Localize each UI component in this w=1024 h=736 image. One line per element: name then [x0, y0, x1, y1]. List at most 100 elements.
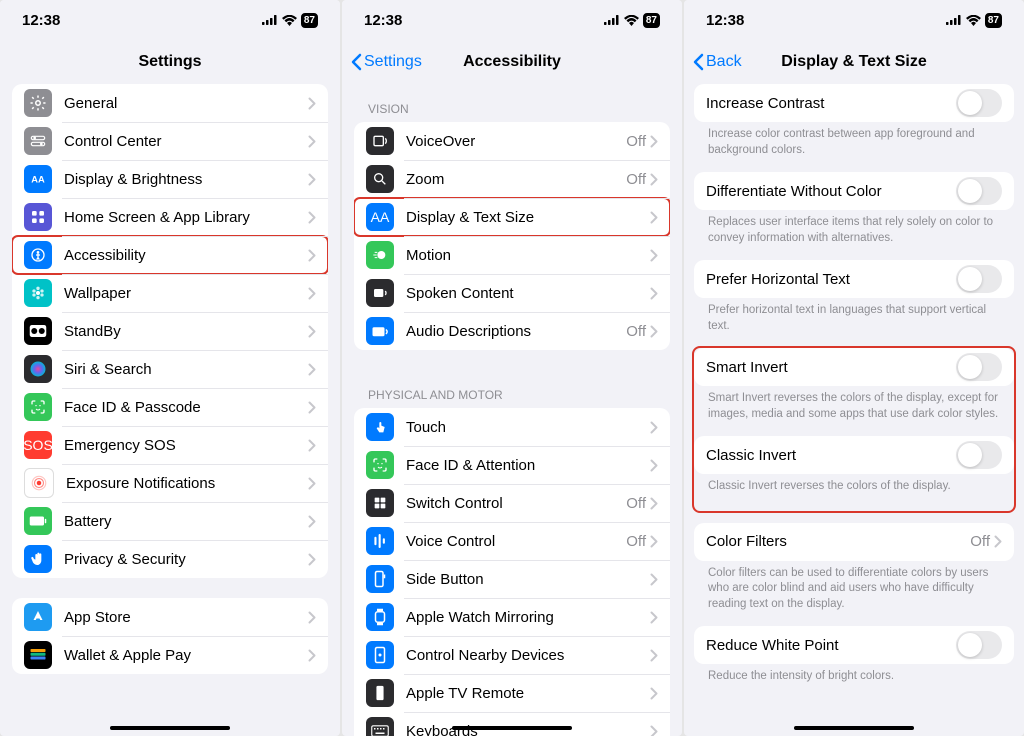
settings-row-touch[interactable]: Touch [354, 408, 670, 446]
settings-row-standby[interactable]: StandBy [12, 312, 328, 350]
watch-icon [366, 603, 394, 631]
toggle-row-smart-invert[interactable]: Smart Invert [694, 348, 1014, 386]
settings-row-battery[interactable]: Battery [12, 502, 328, 540]
settings-row-home-screen-app-library[interactable]: Home Screen & App Library [12, 198, 328, 236]
settings-row-privacy-security[interactable]: Privacy & Security [12, 540, 328, 578]
row-label: Emergency SOS [64, 437, 308, 454]
row-label: Voice Control [406, 533, 626, 550]
footer-text: Replaces user interface items that rely … [694, 210, 1014, 260]
status-icons: 87 [946, 13, 1002, 28]
toggle-row-differentiate-without-color[interactable]: Differentiate Without Color [694, 172, 1014, 210]
settings-row-app-store[interactable]: App Store [12, 598, 328, 636]
chevron-right-icon [308, 611, 316, 624]
settings-row-display-brightness[interactable]: AADisplay & Brightness [12, 160, 328, 198]
navbar: Settings [0, 40, 340, 84]
row-label: Control Center [64, 133, 308, 150]
navbar: Back Display & Text Size [684, 40, 1024, 84]
settings-row-keyboards[interactable]: Keyboards [354, 712, 670, 736]
row-label: Reduce White Point [706, 637, 956, 654]
wallet-icon [24, 641, 52, 669]
gear-icon [24, 89, 52, 117]
settings-row-spoken-content[interactable]: Spoken Content [354, 274, 670, 312]
chevron-right-icon [308, 439, 316, 452]
settings-row-apple-tv-remote[interactable]: Apple TV Remote [354, 674, 670, 712]
settings-row-apple-watch-mirroring[interactable]: Apple Watch Mirroring [354, 598, 670, 636]
row-value: Off [626, 133, 646, 150]
person-icon [24, 241, 52, 269]
home-indicator[interactable] [452, 726, 572, 730]
toggle-switch[interactable] [956, 89, 1002, 117]
toggle-row-classic-invert[interactable]: Classic Invert [694, 436, 1014, 474]
settings-row-voice-control[interactable]: Voice ControlOff [354, 522, 670, 560]
battery-icon: 87 [985, 13, 1002, 28]
page-title: Accessibility [463, 53, 561, 71]
settings-row-control-nearby-devices[interactable]: Control Nearby Devices [354, 636, 670, 674]
voice-icon [366, 527, 394, 555]
chevron-right-icon [650, 687, 658, 700]
row-value: Off [970, 533, 990, 550]
back-label: Back [706, 53, 742, 71]
grid-icon [24, 203, 52, 231]
wifi-icon [624, 15, 639, 26]
accessibility-list[interactable]: Vision VoiceOverOffZoomOffAADisplay & Te… [342, 84, 682, 736]
toggle-switch[interactable] [956, 631, 1002, 659]
toggle-switch[interactable] [956, 441, 1002, 469]
chevron-right-icon [650, 325, 658, 338]
page-title: Settings [138, 53, 201, 71]
toggle-switch[interactable] [956, 265, 1002, 293]
home-indicator[interactable] [794, 726, 914, 730]
toggle-row-color-filters[interactable]: Color FiltersOff [694, 523, 1014, 561]
chevron-right-icon [308, 515, 316, 528]
chevron-right-icon [650, 573, 658, 586]
row-label: Prefer Horizontal Text [706, 271, 956, 288]
back-button[interactable]: Settings [350, 53, 422, 71]
toggle-row-prefer-horizontal-text[interactable]: Prefer Horizontal Text [694, 260, 1014, 298]
settings-row-audio-descriptions[interactable]: Audio DescriptionsOff [354, 312, 670, 350]
toggle-switch[interactable] [956, 177, 1002, 205]
settings-row-face-id-passcode[interactable]: Face ID & Passcode [12, 388, 328, 426]
settings-row-wallpaper[interactable]: Wallpaper [12, 274, 328, 312]
settings-row-emergency-sos[interactable]: SOSEmergency SOS [12, 426, 328, 464]
hand-icon [24, 545, 52, 573]
settings-list[interactable]: General Control Center AADisplay & Brightn… [0, 84, 340, 736]
back-button[interactable]: Back [692, 53, 742, 71]
settings-row-zoom[interactable]: ZoomOff [354, 160, 670, 198]
back-label: Settings [364, 53, 422, 71]
row-label: Color Filters [706, 533, 970, 550]
settings-row-display-text-size[interactable]: AADisplay & Text Size [354, 198, 670, 236]
row-label: Wallpaper [64, 285, 308, 302]
settings-row-switch-control[interactable]: Switch ControlOff [354, 484, 670, 522]
chevron-right-icon [308, 287, 316, 300]
display-text-size-list[interactable]: Increase ContrastIncrease color contrast… [684, 84, 1024, 736]
settings-row-exposure-notifications[interactable]: Exposure Notifications [12, 464, 328, 502]
side-icon [366, 565, 394, 593]
toggle-row-increase-contrast[interactable]: Increase Contrast [694, 84, 1014, 122]
chevron-left-icon [692, 53, 704, 71]
home-indicator[interactable] [110, 726, 230, 730]
wifi-icon [282, 15, 297, 26]
footer-text: Color filters can be used to differentia… [694, 561, 1014, 627]
faceid-icon [366, 451, 394, 479]
settings-row-wallet-apple-pay[interactable]: Wallet & Apple Pay [12, 636, 328, 674]
row-label: App Store [64, 609, 308, 626]
settings-row-face-id-attention[interactable]: Face ID & Attention [354, 446, 670, 484]
settings-row-control-center[interactable]: Control Center [12, 122, 328, 160]
settings-row-accessibility[interactable]: Accessibility [12, 236, 328, 274]
settings-row-motion[interactable]: Motion [354, 236, 670, 274]
toggle-switch[interactable] [956, 353, 1002, 381]
settings-row-general[interactable]: General [12, 84, 328, 122]
row-label: Motion [406, 247, 650, 264]
settings-row-side-button[interactable]: Side Button [354, 560, 670, 598]
settings-row-siri-search[interactable]: Siri & Search [12, 350, 328, 388]
row-label: VoiceOver [406, 133, 626, 150]
row-label: Smart Invert [706, 359, 956, 376]
settings-row-voiceover[interactable]: VoiceOverOff [354, 122, 670, 160]
chevron-right-icon [650, 421, 658, 434]
chevron-right-icon [308, 553, 316, 566]
chevron-right-icon [994, 535, 1002, 548]
row-label: Touch [406, 419, 650, 436]
phone-accessibility: 12:38 87 Settings Accessibility Vision V… [342, 0, 682, 736]
ad-icon [366, 317, 394, 345]
siri-icon [24, 355, 52, 383]
toggle-row-reduce-white-point[interactable]: Reduce White Point [694, 626, 1014, 664]
